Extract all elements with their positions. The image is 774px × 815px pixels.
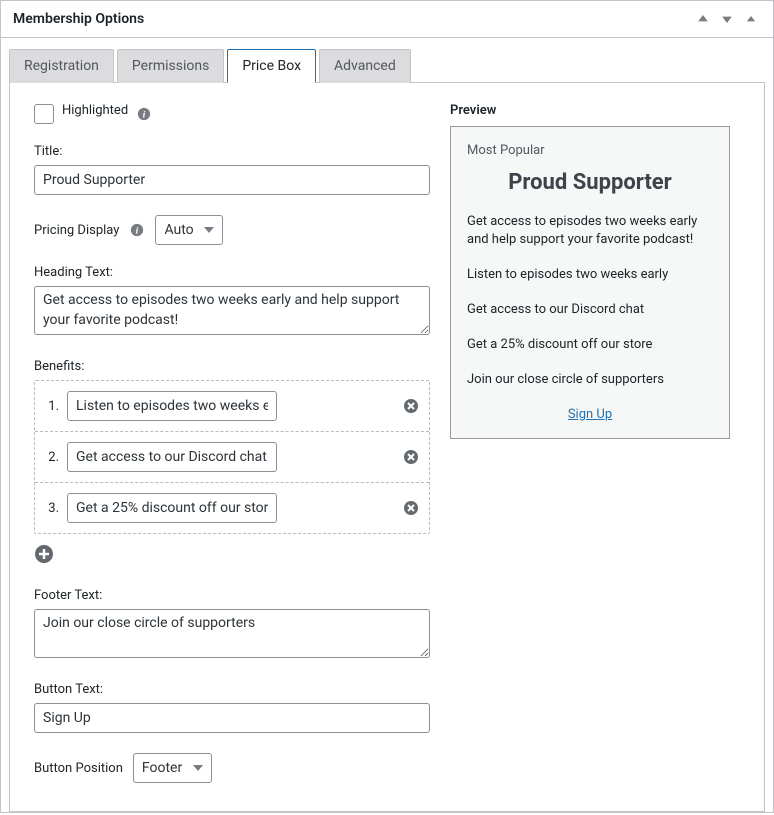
move-up-button[interactable] xyxy=(693,9,713,29)
benefit-number: 3. xyxy=(45,501,59,516)
button-position-field: Button Position Footer xyxy=(34,753,430,783)
preview-signup-link-wrapper: Sign Up xyxy=(467,407,713,422)
preview-heading: Preview xyxy=(450,103,730,118)
button-text-label: Button Text: xyxy=(34,682,430,697)
preview-description: Get access to episodes two weeks early a… xyxy=(467,213,713,249)
metabox-body: Registration Permissions Price Box Advan… xyxy=(1,38,773,812)
metabox-header: Membership Options xyxy=(1,1,773,38)
preview-benefit-item: Listen to episodes two weeks early xyxy=(467,267,713,284)
tab-content-price-box: Highlighted i Title: Pricing Display i xyxy=(9,82,765,812)
heading-text-label: Heading Text: xyxy=(34,265,430,280)
preview-plan-title: Proud Supporter xyxy=(467,170,713,195)
benefit-input[interactable] xyxy=(67,391,277,421)
benefits-list[interactable]: 1. 2. xyxy=(34,380,430,534)
preview-benefit-item: Get access to our Discord chat xyxy=(467,302,713,319)
title-label: Title: xyxy=(34,144,430,159)
preview-column: Preview Most Popular Proud Supporter Get… xyxy=(450,103,730,783)
highlighted-label: Highlighted xyxy=(62,103,128,118)
button-position-select[interactable]: Footer xyxy=(133,753,212,783)
remove-benefit-button[interactable] xyxy=(403,398,419,414)
move-down-button[interactable] xyxy=(717,9,737,29)
button-position-label: Button Position xyxy=(34,761,123,776)
footer-text-input[interactable]: Join our close circle of supporters xyxy=(34,609,430,658)
benefit-row[interactable]: 1. xyxy=(35,381,429,432)
metabox-title: Membership Options xyxy=(13,11,693,27)
remove-benefit-button[interactable] xyxy=(403,449,419,465)
form-column: Highlighted i Title: Pricing Display i xyxy=(34,103,430,783)
footer-text-label: Footer Text: xyxy=(34,588,430,603)
highlighted-field: Highlighted i xyxy=(34,103,430,124)
pricing-display-field: Pricing Display i Auto xyxy=(34,215,430,245)
benefit-number: 2. xyxy=(45,450,59,465)
add-benefit-button[interactable] xyxy=(34,544,54,564)
pricing-display-label: Pricing Display xyxy=(34,223,119,238)
remove-benefit-button[interactable] xyxy=(403,500,419,516)
benefit-row[interactable]: 3. xyxy=(35,483,429,533)
preview-footer-text: Join our close circle of supporters xyxy=(467,372,713,389)
tab-price-box[interactable]: Price Box xyxy=(227,49,316,83)
benefits-label: Benefits: xyxy=(34,359,430,374)
tabs-nav: Registration Permissions Price Box Advan… xyxy=(9,48,765,82)
benefits-field: Benefits: 1. 2. xyxy=(34,359,430,568)
preview-benefit-item: Get a 25% discount off our store xyxy=(467,337,713,354)
title-field: Title: xyxy=(34,144,430,195)
preview-box: Most Popular Proud Supporter Get access … xyxy=(450,126,730,439)
toggle-panel-button[interactable] xyxy=(741,9,761,29)
tabs-container: Registration Permissions Price Box Advan… xyxy=(1,38,773,812)
heading-text-input[interactable]: Get access to episodes two weeks early a… xyxy=(34,286,430,335)
benefit-input[interactable] xyxy=(67,442,277,472)
tab-advanced[interactable]: Advanced xyxy=(319,49,411,83)
tab-registration[interactable]: Registration xyxy=(9,49,114,83)
heading-text-field: Heading Text: Get access to episodes two… xyxy=(34,265,430,339)
help-icon[interactable]: i xyxy=(136,106,152,122)
pricing-display-select[interactable]: Auto xyxy=(155,215,223,245)
membership-options-metabox: Membership Options Registration Permissi… xyxy=(0,0,774,813)
benefit-input[interactable] xyxy=(67,493,277,523)
preview-highlight-label: Most Popular xyxy=(467,143,713,158)
button-text-field: Button Text: xyxy=(34,682,430,733)
svg-text:i: i xyxy=(136,226,139,237)
help-icon[interactable]: i xyxy=(129,222,145,238)
metabox-actions xyxy=(693,9,761,29)
benefit-row[interactable]: 2. xyxy=(35,432,429,483)
title-input[interactable] xyxy=(34,165,430,195)
preview-signup-link[interactable]: Sign Up xyxy=(568,407,612,422)
footer-text-field: Footer Text: Join our close circle of su… xyxy=(34,588,430,662)
button-text-input[interactable] xyxy=(34,703,430,733)
highlighted-checkbox[interactable] xyxy=(34,104,54,124)
svg-text:i: i xyxy=(143,109,146,120)
tab-permissions[interactable]: Permissions xyxy=(117,49,224,83)
benefit-number: 1. xyxy=(45,399,59,414)
